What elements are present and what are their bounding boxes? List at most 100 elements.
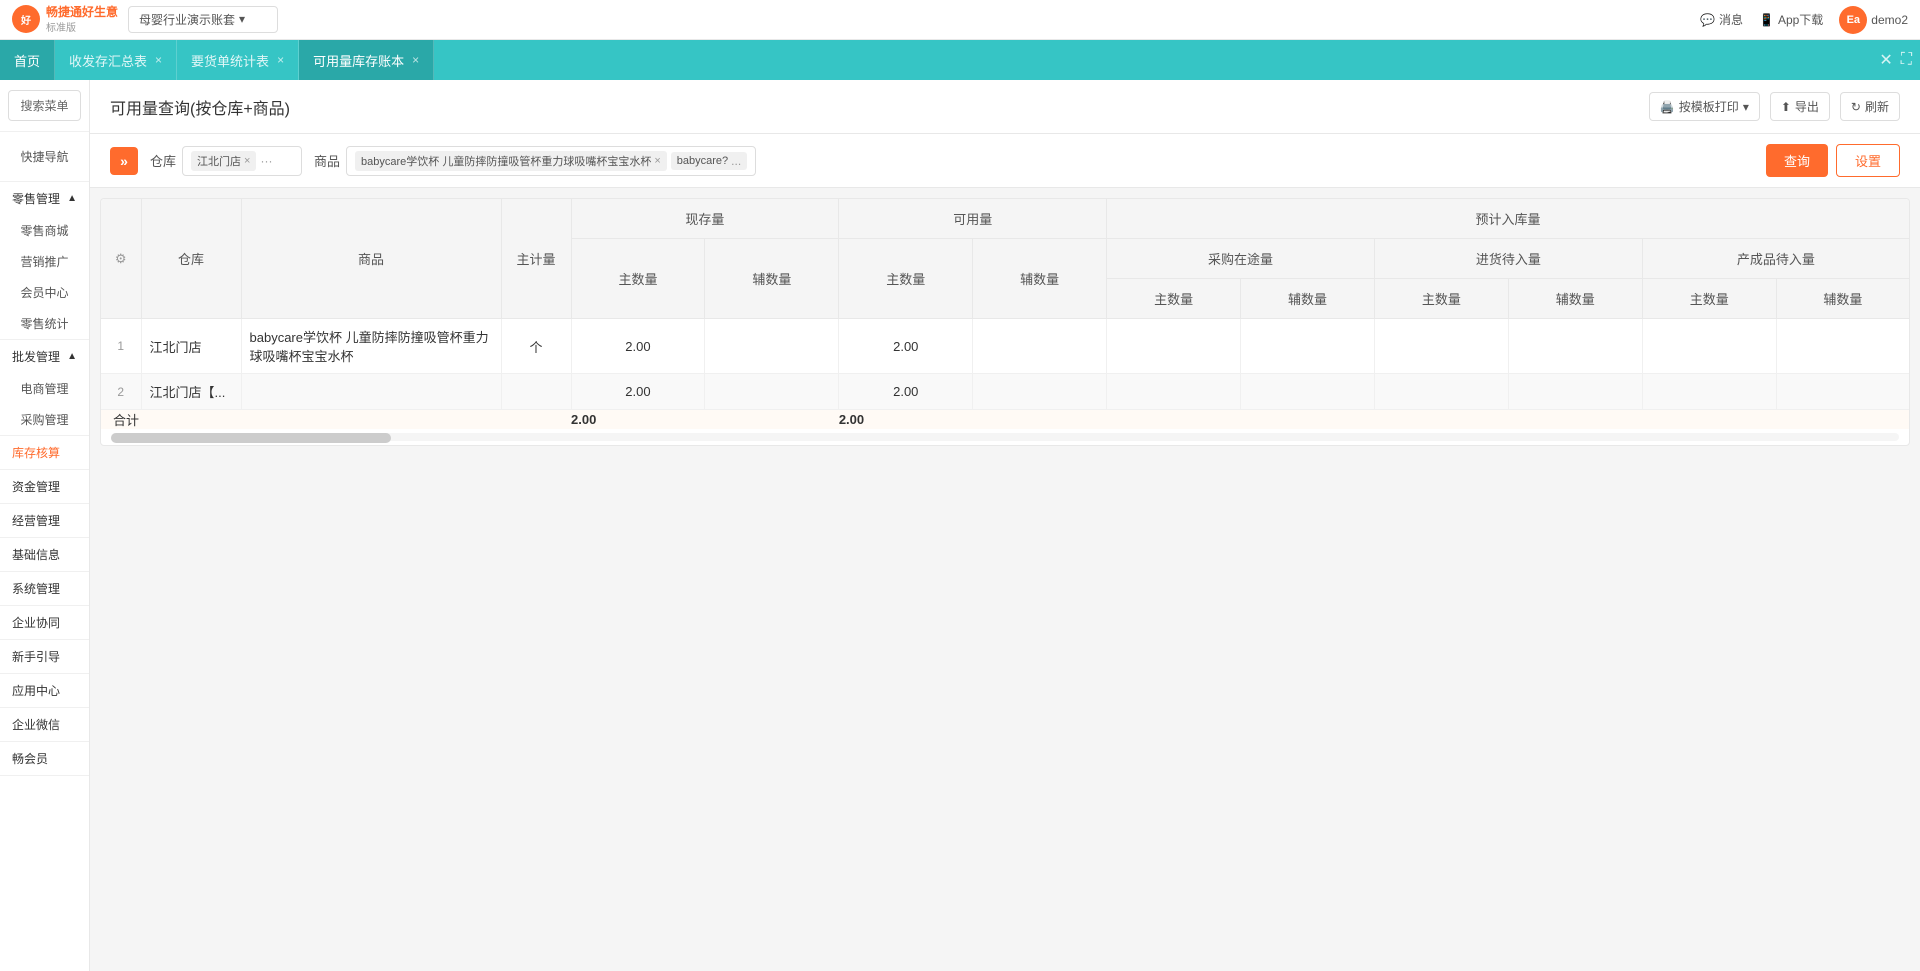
scroll-bar-area[interactable] <box>111 433 1899 441</box>
sidebar-section-header-app-center[interactable]: 应用中心 <box>0 674 89 707</box>
page-header: 可用量查询(按仓库+商品) 🖨️ 按模板打印 ▾ ⬆ 导出 ↻ 刷新 <box>90 80 1920 134</box>
sidebar-section-basic: 基础信息 <box>0 538 89 572</box>
th-available: 可用量 <box>839 199 1107 239</box>
sidebar-section-finance: 资金管理 <box>0 470 89 504</box>
table-scroll-area[interactable]: ⚙ 仓库 商品 主计量 现存量 可用量 预计入库量 主数量 <box>101 199 1909 429</box>
total-purchase-main <box>1107 410 1241 430</box>
warehouse-input[interactable]: 江北门店 × ··· <box>182 146 302 176</box>
chevron-icon: ▲ <box>67 193 77 204</box>
tab-close-inventory[interactable]: × <box>412 53 419 67</box>
tab-order[interactable]: 要货单统计表 × <box>177 40 299 80</box>
row-num-2: 2 <box>101 374 141 410</box>
row-product-aux-2 <box>1776 374 1909 410</box>
sidebar-section-wechat: 企业微信 <box>0 708 89 742</box>
warehouse-tag-close-1[interactable]: × <box>244 155 250 167</box>
row-incoming-main-2 <box>1374 374 1508 410</box>
sidebar-item-retail-stats[interactable]: 零售统计 <box>0 308 89 339</box>
download-icon: 📱 <box>1759 13 1774 27</box>
main-layout: 搜索菜单 快捷导航 零售管理 ▲ 零售商城 营销推广 会员中心 零售统计 批发管… <box>0 80 1920 971</box>
settings-icon[interactable]: ⚙ <box>115 251 127 266</box>
row-product-main-2 <box>1642 374 1776 410</box>
tab-home[interactable]: 首页 <box>0 40 55 80</box>
tenant-select[interactable]: 母婴行业演示账套 ▾ <box>128 6 278 33</box>
tab-inventory[interactable]: 可用量库存账本 × <box>299 40 434 80</box>
page-content: 可用量查询(按仓库+商品) 🖨️ 按模板打印 ▾ ⬆ 导出 ↻ 刷新 <box>90 80 1920 971</box>
chevron-icon-wholesale: ▲ <box>67 351 77 362</box>
total-avail-aux <box>973 410 1107 430</box>
product-label: 商品 <box>314 151 340 170</box>
sidebar-section-newbie: 新手引导 <box>0 640 89 674</box>
sidebar-item-retail-mall[interactable]: 零售商城 <box>0 215 89 246</box>
row-incoming-aux-2 <box>1508 374 1642 410</box>
message-btn[interactable]: 💬 消息 <box>1700 11 1743 28</box>
total-stock-main: 2.00 <box>571 410 705 430</box>
sidebar-section-header-wechat[interactable]: 企业微信 <box>0 708 89 741</box>
logo-text: 畅捷通好生意 <box>46 5 118 19</box>
sidebar-item-members[interactable]: 会员中心 <box>0 277 89 308</box>
top-bar-right: 💬 消息 📱 App下载 Ea demo2 <box>1700 6 1908 34</box>
export-icon: ⬆ <box>1781 100 1791 114</box>
scroll-bar-thumb[interactable] <box>111 433 391 443</box>
tab-close-order[interactable]: × <box>277 53 284 67</box>
total-stock-aux <box>705 410 839 430</box>
sidebar-section-header-wholesale[interactable]: 批发管理 ▲ <box>0 340 89 373</box>
sidebar-section-retail: 零售管理 ▲ 零售商城 营销推广 会员中心 零售统计 <box>0 182 89 340</box>
sidebar-item-marketing[interactable]: 营销推广 <box>0 246 89 277</box>
logo-icon: 好 <box>12 5 40 33</box>
search-menu-btn[interactable]: 搜索菜单 <box>8 90 81 121</box>
sidebar-section-header-retail[interactable]: 零售管理 ▲ <box>0 182 89 215</box>
filter-expand-btn[interactable]: » <box>110 147 138 175</box>
sidebar-item-purchase[interactable]: 采购管理 <box>0 404 89 435</box>
sidebar-section-header-inventory[interactable]: 库存核算 <box>0 436 89 469</box>
sidebar-item-ecommerce[interactable]: 电商管理 <box>0 373 89 404</box>
sidebar-section-header-member[interactable]: 畅会员 <box>0 742 89 775</box>
row-stock-main-1: 2.00 <box>571 319 705 374</box>
sidebar-section-header-finance[interactable]: 资金管理 <box>0 470 89 503</box>
sidebar-section-header-ops[interactable]: 经营管理 <box>0 504 89 537</box>
table-container: ⚙ 仓库 商品 主计量 现存量 可用量 预计入库量 主数量 <box>100 198 1910 446</box>
tab-close-receive[interactable]: × <box>155 53 162 67</box>
th-avail-aux: 辅数量 <box>973 239 1107 319</box>
th-stock-aux: 辅数量 <box>705 239 839 319</box>
th-incoming-pending: 进货待入量 <box>1374 239 1642 279</box>
user-profile[interactable]: Ea demo2 <box>1839 6 1908 34</box>
warehouse-tag-1: 江北门店 × <box>191 151 256 171</box>
refresh-btn[interactable]: ↻ 刷新 <box>1840 92 1900 121</box>
close-all-icon[interactable]: ✕ <box>1879 50 1892 70</box>
app-download-btn[interactable]: 📱 App下载 <box>1759 11 1823 28</box>
query-btn[interactable]: 查询 <box>1766 144 1828 177</box>
sidebar-section-enterprise: 企业协同 <box>0 606 89 640</box>
row-avail-main-1: 2.00 <box>839 319 973 374</box>
tab-receive[interactable]: 收发存汇总表 × <box>55 40 177 80</box>
total-incoming-aux <box>1508 410 1642 430</box>
sidebar-section-header-newbie[interactable]: 新手引导 <box>0 640 89 673</box>
print-template-btn[interactable]: 🖨️ 按模板打印 ▾ <box>1649 92 1760 121</box>
export-btn[interactable]: ⬆ 导出 <box>1770 92 1830 121</box>
th-purchase-aux: 辅数量 <box>1241 279 1375 319</box>
top-bar: 好 畅捷通好生意 标准版 母婴行业演示账套 ▾ 💬 消息 📱 App下载 Ea … <box>0 0 1920 40</box>
printer-icon: 🖨️ <box>1660 100 1675 114</box>
fullscreen-icon[interactable]: ⛶ <box>1901 51 1912 69</box>
row-purchase-aux-1 <box>1241 319 1375 374</box>
setting-btn[interactable]: 设置 <box>1836 144 1900 177</box>
table-row: 1 江北门店 babycare学饮杯 儿童防摔防撞吸管杯重力球吸嘴杯宝宝水杯 个… <box>101 319 1909 374</box>
row-stock-aux-1 <box>705 319 839 374</box>
sidebar-section-header-system[interactable]: 系统管理 <box>0 572 89 605</box>
product-tag-close-1[interactable]: × <box>654 155 660 167</box>
sidebar-item-quick-nav[interactable]: 快捷导航 <box>0 140 89 173</box>
filter-more-icon[interactable]: ··· <box>260 154 272 168</box>
sidebar-section-header-basic[interactable]: 基础信息 <box>0 538 89 571</box>
refresh-icon: ↻ <box>1851 100 1861 114</box>
row-purchase-main-1 <box>1107 319 1241 374</box>
th-purchase-onway: 采购在途量 <box>1107 239 1375 279</box>
sidebar-section-header-enterprise[interactable]: 企业协同 <box>0 606 89 639</box>
page-header-actions: 🖨️ 按模板打印 ▾ ⬆ 导出 ↻ 刷新 <box>1649 92 1900 121</box>
row-unit-1: 个 <box>501 319 571 374</box>
row-unit-2 <box>501 374 571 410</box>
row-purchase-main-2 <box>1107 374 1241 410</box>
message-icon: 💬 <box>1700 13 1715 27</box>
product-tag-1: babycare学饮杯 儿童防摔防撞吸管杯重力球吸嘴杯宝宝水杯 × <box>355 151 667 171</box>
product-input[interactable]: babycare学饮杯 儿童防摔防撞吸管杯重力球吸嘴杯宝宝水杯 × babyca… <box>346 146 756 176</box>
th-settings: ⚙ <box>101 199 141 319</box>
total-purchase-aux <box>1241 410 1375 430</box>
